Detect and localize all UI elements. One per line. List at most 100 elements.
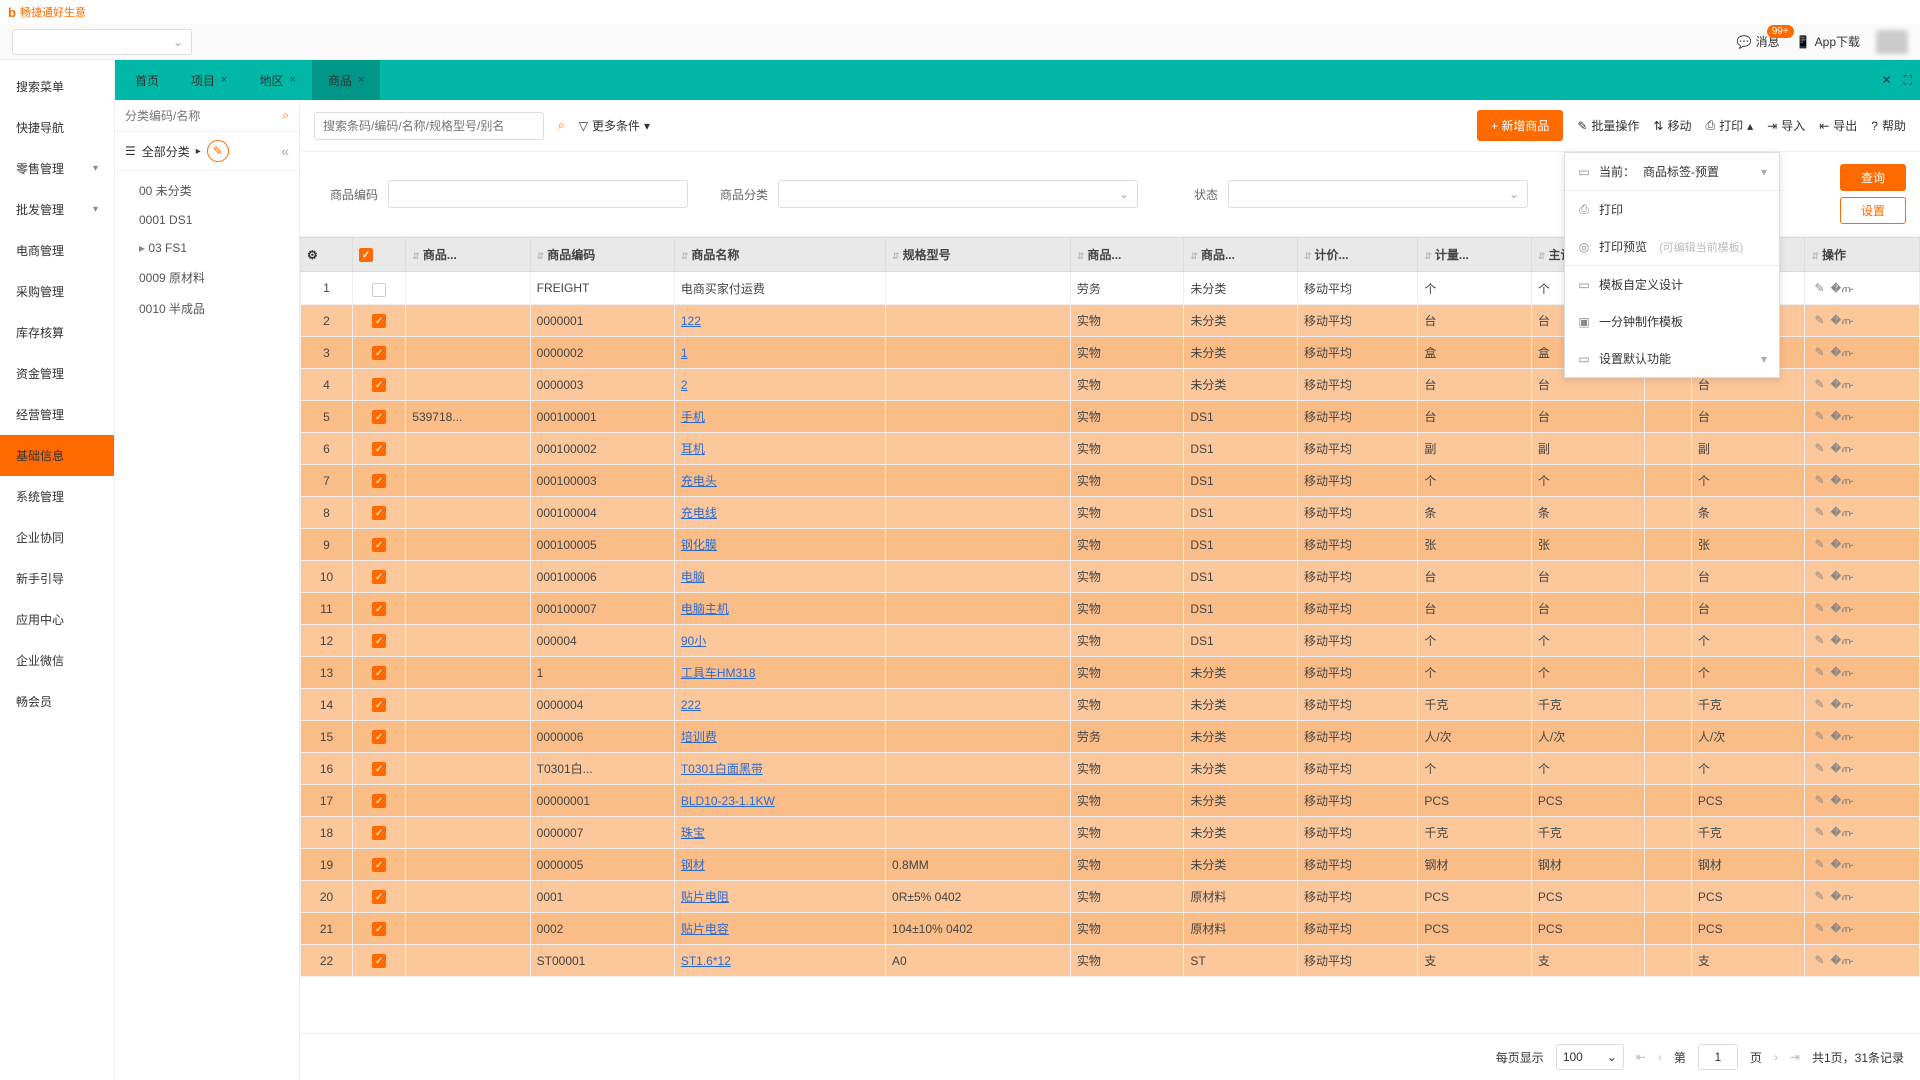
row-checkbox[interactable]: [372, 794, 386, 808]
tree-node[interactable]: 0001 DS1: [115, 206, 299, 234]
product-name-link[interactable]: 钢材: [681, 858, 705, 872]
export-button[interactable]: ⇤导出: [1819, 117, 1857, 134]
batch-ops[interactable]: ✎批量操作: [1577, 117, 1639, 134]
column-header[interactable]: ⇵商品...: [1070, 238, 1184, 272]
table-row[interactable]: 1700000001BLD10-23-1.1KW实物未分类移动平均PCSPCSP…: [301, 785, 1920, 817]
edit-icon[interactable]: ✎: [1814, 729, 1824, 743]
edit-icon[interactable]: ✎: [1814, 857, 1824, 871]
sidebar-item[interactable]: 搜索菜单: [0, 66, 114, 107]
more-icon[interactable]: �ጡ: [1831, 473, 1854, 487]
tree-root[interactable]: ☰ 全部分类 ▸ ✎ «: [115, 132, 299, 171]
tree-node[interactable]: 0010 半成品: [115, 293, 299, 324]
row-checkbox[interactable]: [372, 442, 386, 456]
sidebar-item[interactable]: 系统管理: [0, 476, 114, 517]
edit-icon[interactable]: ✎: [1814, 345, 1824, 359]
page-input[interactable]: [1698, 1044, 1738, 1070]
product-name-link[interactable]: 充电头: [681, 474, 717, 488]
column-header[interactable]: ⇵计价...: [1297, 238, 1417, 272]
more-icon[interactable]: �ጡ: [1831, 601, 1854, 615]
more-icon[interactable]: �ጡ: [1831, 537, 1854, 551]
column-header[interactable]: ⇵操作: [1805, 238, 1920, 272]
table-row[interactable]: 210002贴片电容104±10% 0402实物原材料移动平均PCSPCSPCS…: [301, 913, 1920, 945]
query-button[interactable]: 查询: [1840, 164, 1906, 191]
more-icon[interactable]: �ጡ: [1831, 313, 1854, 327]
more-icon[interactable]: �ጡ: [1831, 633, 1854, 647]
more-icon[interactable]: �ጡ: [1831, 569, 1854, 583]
row-checkbox[interactable]: [372, 922, 386, 936]
edit-icon[interactable]: ✎: [1814, 761, 1824, 775]
filter-status-select[interactable]: ⌄: [1228, 180, 1528, 208]
product-name-link[interactable]: 1: [681, 346, 688, 360]
row-checkbox[interactable]: [372, 570, 386, 584]
product-name-link[interactable]: 手机: [681, 410, 705, 424]
column-header[interactable]: ⚙: [301, 238, 353, 272]
product-name-link[interactable]: 工具车HM318: [681, 666, 756, 680]
more-icon[interactable]: �ጡ: [1831, 377, 1854, 391]
table-row[interactable]: 9000100005钢化膜实物DS1移动平均张张张✎�ጡ: [301, 529, 1920, 561]
gear-icon[interactable]: ⚙: [307, 248, 318, 262]
product-name-link[interactable]: 电脑: [681, 570, 705, 584]
product-name-link[interactable]: 222: [681, 698, 701, 712]
search-icon[interactable]: ⌕: [558, 118, 565, 133]
product-name-link[interactable]: 耳机: [681, 442, 705, 456]
close-icon[interactable]: ×: [289, 74, 295, 86]
search-input[interactable]: [314, 112, 544, 140]
table-row[interactable]: 5539718...000100001手机实物DS1移动平均台台台✎�ጡ: [301, 401, 1920, 433]
edit-icon[interactable]: ✎: [1814, 601, 1824, 615]
table-row[interactable]: 10000100006电脑实物DS1移动平均台台台✎�ጡ: [301, 561, 1920, 593]
last-page-icon[interactable]: ⇥: [1790, 1050, 1800, 1064]
row-checkbox[interactable]: [372, 410, 386, 424]
column-header[interactable]: [353, 238, 406, 272]
more-icon[interactable]: �ጡ: [1831, 281, 1854, 295]
edit-icon[interactable]: ✎: [1814, 921, 1824, 935]
help-button[interactable]: ?帮助: [1871, 117, 1906, 134]
edit-icon[interactable]: ✎: [1814, 953, 1824, 967]
more-filters[interactable]: ▽ 更多条件 ▾: [579, 117, 650, 134]
row-checkbox[interactable]: [372, 954, 386, 968]
tab[interactable]: 项目×: [175, 60, 243, 100]
product-name-link[interactable]: 钢化膜: [681, 538, 717, 552]
sidebar-item[interactable]: 基础信息: [0, 435, 114, 476]
column-header[interactable]: ⇵商品名称: [674, 238, 885, 272]
sidebar-item[interactable]: 应用中心: [0, 599, 114, 640]
more-icon[interactable]: �ጡ: [1831, 761, 1854, 775]
search-icon[interactable]: ⌕: [282, 108, 289, 123]
edit-icon[interactable]: ✎: [1814, 889, 1824, 903]
product-name-link[interactable]: 90小: [681, 634, 706, 648]
messages-link[interactable]: 💬 消息 99+: [1737, 33, 1780, 50]
fullscreen-icon[interactable]: ⛶: [1904, 73, 1912, 88]
edit-icon[interactable]: ✎: [1814, 377, 1824, 391]
print-default[interactable]: ▭设置默认功能▾: [1565, 340, 1779, 377]
row-checkbox[interactable]: [372, 602, 386, 616]
tree-search-input[interactable]: [125, 109, 282, 123]
table-row[interactable]: 7000100003充电头实物DS1移动平均个个个✎�ጡ: [301, 465, 1920, 497]
org-dropdown[interactable]: ⌄: [12, 29, 192, 55]
move-button[interactable]: ⇅移动: [1653, 117, 1691, 134]
more-icon[interactable]: �ጡ: [1831, 409, 1854, 423]
edit-icon[interactable]: ✎: [1814, 793, 1824, 807]
row-checkbox[interactable]: [372, 730, 386, 744]
edit-icon[interactable]: ✎: [1814, 697, 1824, 711]
tab[interactable]: 商品×: [312, 60, 380, 100]
table-row[interactable]: 1200000490小实物DS1移动平均个个个✎�ጡ: [301, 625, 1920, 657]
edit-icon[interactable]: ✎: [1814, 441, 1824, 455]
more-icon[interactable]: �ጡ: [1831, 441, 1854, 455]
row-checkbox[interactable]: [372, 698, 386, 712]
more-icon[interactable]: �ጡ: [1831, 793, 1854, 807]
close-icon[interactable]: ×: [358, 74, 364, 86]
tab[interactable]: 首页: [119, 60, 175, 100]
sidebar-item[interactable]: 经营管理: [0, 394, 114, 435]
edit-category-icon[interactable]: ✎: [207, 140, 229, 162]
table-row[interactable]: 11000100007电脑主机实物DS1移动平均台台台✎�ጡ: [301, 593, 1920, 625]
tab-close-icon[interactable]: ✕: [1882, 73, 1892, 88]
print-quick[interactable]: ▣一分钟制作模板: [1565, 303, 1779, 340]
row-checkbox[interactable]: [372, 634, 386, 648]
first-page-icon[interactable]: ⇤: [1636, 1050, 1646, 1064]
print-preview[interactable]: ◎打印预览(可编辑当前模板): [1565, 228, 1779, 265]
print-custom[interactable]: ▭模板自定义设计: [1565, 266, 1779, 303]
row-checkbox[interactable]: [372, 538, 386, 552]
table-row[interactable]: 140000004222实物未分类移动平均千克千克千克✎�ጡ: [301, 689, 1920, 721]
table-row[interactable]: 190000005钢材0.8MM实物未分类移动平均钢材钢材钢材✎�ጡ: [301, 849, 1920, 881]
table-row[interactable]: 6000100002耳机实物DS1移动平均副副副✎�ጡ: [301, 433, 1920, 465]
print-action[interactable]: ⎙打印: [1565, 191, 1779, 228]
